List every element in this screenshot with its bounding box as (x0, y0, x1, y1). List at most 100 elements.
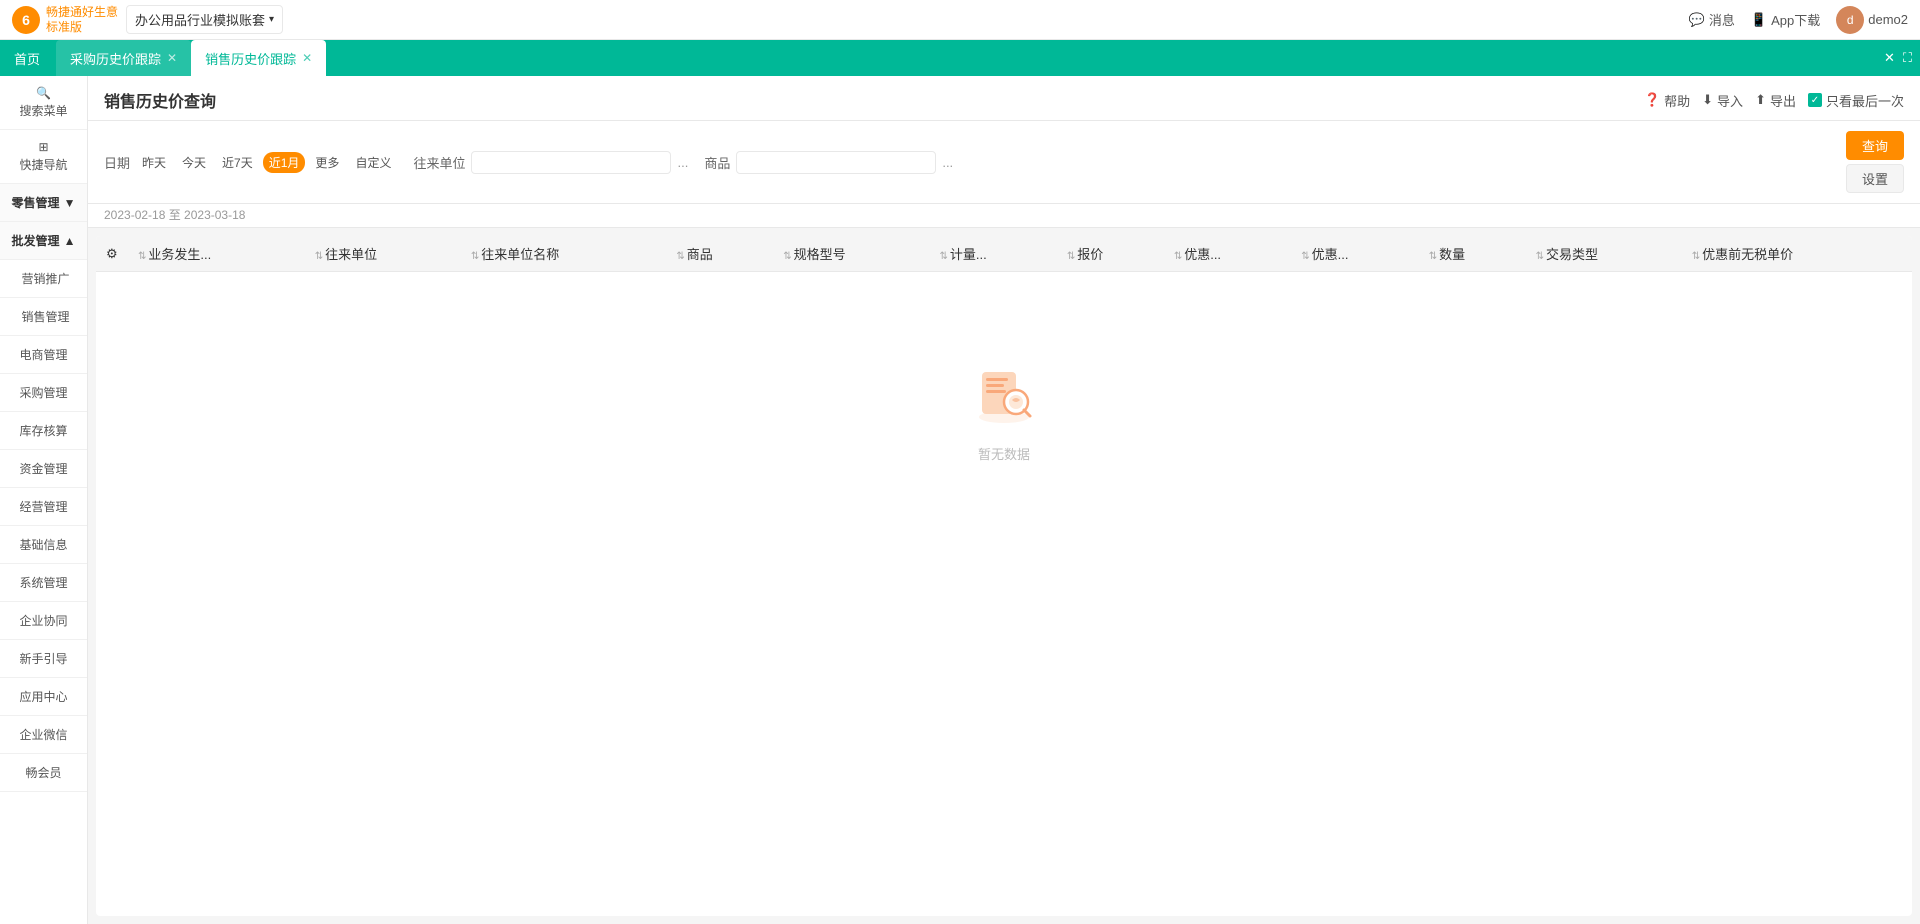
date-btn-more[interactable]: 更多 (309, 152, 345, 173)
table-header-trade-type[interactable]: ⇅交易类型 (1526, 236, 1682, 272)
import-icon: ⬇ (1702, 92, 1713, 108)
date-btn-today[interactable]: 今天 (176, 152, 212, 173)
tab-sales-label: 销售历史价跟踪 (205, 49, 296, 68)
empty-state: 暂无数据 (96, 272, 1912, 543)
data-table: ⚙ ⇅业务发生... ⇅往来单位 ⇅往来单位名称 ⇅商品 ⇅规格型号 ⇅计量..… (96, 236, 1912, 272)
partner-dots[interactable]: ... (677, 155, 688, 170)
product-filter-group: 商品 ... (704, 151, 953, 174)
sidebar-item-wholesale-mgmt[interactable]: 批发管理 ▲ (0, 222, 87, 260)
sidebar-item-marketing[interactable]: 营销推广 (0, 260, 87, 298)
table-header-discount1[interactable]: ⇅优惠... (1164, 236, 1291, 272)
header-right: 💬 消息 📱 App下载 d demo2 (1689, 6, 1908, 34)
tab-home[interactable]: 首页 (0, 40, 54, 76)
partner-filter-group: 往来单位 ... (413, 151, 688, 174)
table-header-partner-name[interactable]: ⇅往来单位名称 (461, 236, 666, 272)
export-button[interactable]: ⬆ 导出 (1755, 91, 1796, 110)
message-icon: 💬 (1689, 12, 1705, 28)
fullscreen-icon[interactable]: ⛶ (1903, 50, 1912, 66)
search-icon: 🔍 (36, 86, 51, 100)
date-btn-custom[interactable]: 自定义 (349, 152, 397, 173)
tab-home-label: 首页 (14, 49, 40, 68)
help-icon: ❓ (1644, 92, 1660, 108)
date-label: 日期 (104, 153, 130, 172)
date-btn-yesterday[interactable]: 昨天 (136, 152, 172, 173)
product-input[interactable] (736, 151, 936, 174)
sidebar-item-purchase[interactable]: 采购管理 (0, 374, 87, 412)
table-header-unit[interactable]: ⇅计量... (929, 236, 1056, 272)
page-title: 销售历史价查询 (104, 88, 216, 112)
grid-icon: ⊞ (38, 140, 48, 154)
table-header-quantity[interactable]: ⇅数量 (1419, 236, 1526, 272)
date-btn-last7days[interactable]: 近7天 (216, 152, 259, 173)
table-header-biz-date[interactable]: ⇅业务发生... (128, 236, 305, 272)
view-last-checkbox-label[interactable]: ✓ 只看最后一次 (1808, 91, 1904, 110)
logo-icon: 6 (12, 6, 40, 34)
tab-purchase-history[interactable]: 采购历史价跟踪 ✕ (56, 40, 191, 76)
table-header-discount2[interactable]: ⇅优惠... (1291, 236, 1418, 272)
export-icon: ⬆ (1755, 92, 1766, 108)
table-area: ⚙ ⇅业务发生... ⇅往来单位 ⇅往来单位名称 ⇅商品 ⇅规格型号 ⇅计量..… (96, 236, 1912, 916)
chevron-down-icon: ▾ (269, 14, 274, 25)
chevron-down-retail-icon: ▼ (64, 196, 76, 210)
table-header-gear[interactable]: ⚙ (96, 236, 128, 272)
page-actions: ❓ 帮助 ⬇ 导入 ⬆ 导出 ✓ 只看最后一次 (1644, 91, 1904, 110)
sidebar-item-members[interactable]: 畅会员 (0, 754, 87, 792)
table-header-spec[interactable]: ⇅规格型号 (773, 236, 929, 272)
avatar: d (1836, 6, 1864, 34)
filter-actions: 查询 设置 (1846, 131, 1904, 193)
sidebar: 🔍 搜索菜单 ⊞ 快捷导航 零售管理 ▼ 批发管理 ▲ 营销推广 销售管理 电商… (0, 76, 88, 924)
partner-input[interactable] (471, 151, 671, 174)
sidebar-item-basic-info[interactable]: 基础信息 (0, 526, 87, 564)
sidebar-item-sales-mgmt[interactable]: 销售管理 (0, 298, 87, 336)
download-icon: 📱 (1751, 12, 1767, 28)
header-left: 6 畅捷通好生意 标准版 办公用品行业模拟账套 ▾ (12, 5, 283, 34)
empty-text: 暂无数据 (978, 444, 1030, 463)
close-window-icon[interactable]: ✕ (1884, 50, 1895, 66)
help-button[interactable]: ❓ 帮助 (1644, 91, 1690, 110)
sidebar-item-new-guide[interactable]: 新手引导 (0, 640, 87, 678)
message-action[interactable]: 💬 消息 (1689, 10, 1735, 29)
chevron-up-wholesale-icon: ▲ (64, 234, 76, 248)
query-button[interactable]: 查询 (1846, 131, 1904, 160)
sidebar-item-enterprise-wechat[interactable]: 企业微信 (0, 716, 87, 754)
table-header-row: ⚙ ⇅业务发生... ⇅往来单位 ⇅往来单位名称 ⇅商品 ⇅规格型号 ⇅计量..… (96, 236, 1912, 272)
sidebar-item-quick-nav[interactable]: ⊞ 快捷导航 (0, 130, 87, 184)
tab-purchase-label: 采购历史价跟踪 (70, 49, 161, 68)
user-action[interactable]: d demo2 (1836, 6, 1908, 34)
page-header: 销售历史价查询 ❓ 帮助 ⬇ 导入 ⬆ 导出 ✓ 只看最后一次 (88, 76, 1920, 121)
sidebar-item-finance[interactable]: 资金管理 (0, 450, 87, 488)
sidebar-item-enterprise-collab[interactable]: 企业协同 (0, 602, 87, 640)
logo-area: 6 畅捷通好生意 标准版 (12, 5, 118, 34)
product-dots[interactable]: ... (942, 155, 953, 170)
date-btn-last1month[interactable]: 近1月 (263, 152, 306, 173)
date-options: 昨天 今天 近7天 近1月 更多 自定义 (136, 152, 397, 173)
sidebar-item-app-center[interactable]: 应用中心 (0, 678, 87, 716)
company-selector[interactable]: 办公用品行业模拟账套 ▾ (126, 5, 283, 34)
setting-button[interactable]: 设置 (1846, 164, 1904, 193)
sidebar-item-retail-mgmt[interactable]: 零售管理 ▼ (0, 184, 87, 222)
product-label: 商品 (704, 153, 730, 172)
sidebar-item-inventory[interactable]: 库存核算 (0, 412, 87, 450)
import-button[interactable]: ⬇ 导入 (1702, 91, 1743, 110)
tab-bar: 首页 采购历史价跟踪 ✕ 销售历史价跟踪 ✕ ✕ ⛶ (0, 40, 1920, 76)
tab-sales-close-icon[interactable]: ✕ (302, 51, 312, 65)
view-last-checkbox[interactable]: ✓ (1808, 93, 1822, 107)
date-filter-group: 日期 昨天 今天 近7天 近1月 更多 自定义 (104, 152, 397, 173)
table-header-product[interactable]: ⇅商品 (666, 236, 773, 272)
sidebar-item-search-menu[interactable]: 🔍 搜索菜单 (0, 76, 87, 130)
sidebar-item-system[interactable]: 系统管理 (0, 564, 87, 602)
main-layout: 🔍 搜索菜单 ⊞ 快捷导航 零售管理 ▼ 批发管理 ▲ 营销推广 销售管理 电商… (0, 76, 1920, 924)
date-range-display: 2023-02-18 至 2023-03-18 (104, 208, 245, 222)
tab-purchase-close-icon[interactable]: ✕ (167, 51, 177, 65)
empty-state-icon (964, 352, 1044, 432)
sidebar-item-operations[interactable]: 经营管理 (0, 488, 87, 526)
table-header-price[interactable]: ⇅报价 (1057, 236, 1164, 272)
table-header-pre-tax-price[interactable]: ⇅优惠前无税单价 (1682, 236, 1912, 272)
table-header-partner-code[interactable]: ⇅往来单位 (305, 236, 461, 272)
download-action[interactable]: 📱 App下载 (1751, 10, 1820, 29)
sidebar-item-ecommerce[interactable]: 电商管理 (0, 336, 87, 374)
filter-bar: 日期 昨天 今天 近7天 近1月 更多 自定义 往来单位 ... 商品 ... (88, 121, 1920, 204)
tab-sales-history[interactable]: 销售历史价跟踪 ✕ (191, 40, 326, 76)
company-name: 办公用品行业模拟账套 (135, 10, 265, 29)
partner-label: 往来单位 (413, 153, 465, 172)
